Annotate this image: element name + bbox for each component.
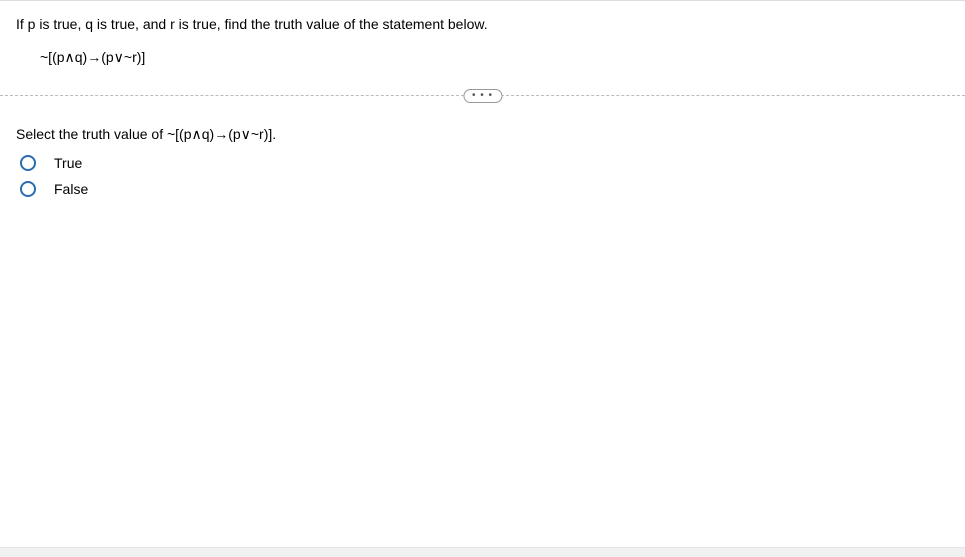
radio-label: True [54, 155, 82, 171]
expand-button[interactable]: • • • [463, 89, 502, 103]
question-prompt: If p is true, q is true, and r is true, … [16, 15, 949, 35]
radio-circle-icon[interactable] [20, 181, 36, 197]
answer-prompt: Select the truth value of ~[(p∧q)→(p∨~r)… [16, 126, 949, 143]
bottom-bar [0, 547, 965, 557]
radio-option-true[interactable]: True [16, 155, 949, 171]
question-formula: ~[(p∧q)→(p∨~r)] [16, 49, 949, 66]
radio-label: False [54, 181, 88, 197]
radio-circle-icon[interactable] [20, 155, 36, 171]
question-section: If p is true, q is true, and r is true, … [0, 1, 965, 86]
section-divider: • • • [0, 86, 965, 106]
answer-section: Select the truth value of ~[(p∧q)→(p∨~r)… [0, 106, 965, 227]
radio-option-false[interactable]: False [16, 181, 949, 197]
